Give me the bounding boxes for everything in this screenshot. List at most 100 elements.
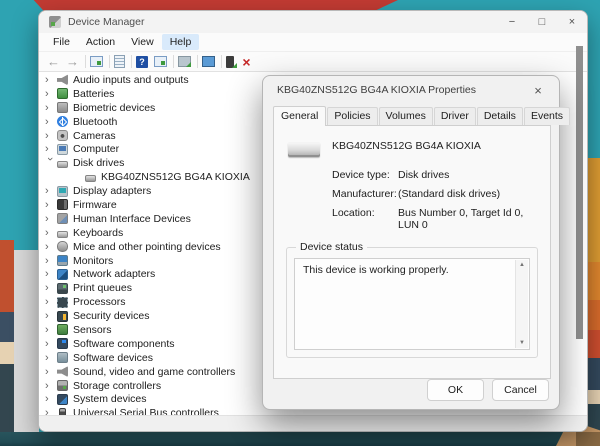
chevron-icon[interactable]: › xyxy=(45,283,57,294)
tree-scrollbar[interactable] xyxy=(576,46,583,339)
chevron-icon[interactable]: › xyxy=(45,227,57,238)
toolbar-separator[interactable] xyxy=(109,55,110,68)
tab-general[interactable]: General xyxy=(273,106,327,126)
device-category-icon xyxy=(57,366,68,378)
chevron-icon[interactable]: › xyxy=(45,269,57,280)
wallpaper-shape xyxy=(0,240,14,312)
menu-help[interactable]: Help xyxy=(161,34,200,50)
toolbar-separator[interactable] xyxy=(221,55,222,68)
menu-view[interactable]: View xyxy=(123,34,162,50)
tab-driver[interactable]: Driver xyxy=(433,107,476,125)
chevron-icon[interactable]: › xyxy=(45,213,57,224)
chevron-icon[interactable]: › xyxy=(45,144,57,155)
tab-policies[interactable]: Policies xyxy=(327,107,378,125)
disk-drive-icon xyxy=(288,142,320,157)
chevron-icon[interactable]: › xyxy=(45,324,57,335)
field-label: Manufacturer: xyxy=(332,188,397,200)
menu-action[interactable]: Action xyxy=(78,34,123,50)
tree-item-label: Print queues xyxy=(73,282,132,295)
tree-item-label: Storage controllers xyxy=(73,379,162,392)
chevron-icon[interactable]: › xyxy=(44,157,56,169)
uninstall-device-icon[interactable]: × xyxy=(240,54,253,70)
toolbar-separator[interactable] xyxy=(173,55,174,68)
ok-button[interactable]: OK xyxy=(427,379,484,401)
toolbar-separator[interactable] xyxy=(85,55,86,68)
window-title: Device Manager xyxy=(68,16,145,28)
device-category-icon xyxy=(57,185,68,197)
chevron-icon[interactable]: › xyxy=(45,186,57,197)
chevron-icon[interactable]: › xyxy=(45,338,57,349)
update-driver-icon[interactable] xyxy=(202,56,215,67)
cancel-button[interactable]: Cancel xyxy=(492,379,549,401)
titlebar[interactable]: Device Manager − □ × xyxy=(39,11,587,33)
toolbar-separator[interactable] xyxy=(197,55,198,68)
chevron-icon[interactable]: › xyxy=(45,408,57,415)
chevron-icon[interactable]: › xyxy=(45,297,57,308)
show-console-tree-icon[interactable] xyxy=(90,56,103,67)
chevron-icon[interactable]: › xyxy=(45,130,57,141)
chevron-icon[interactable]: › xyxy=(45,255,57,266)
tree-item-label: Processors xyxy=(73,296,126,309)
minimize-button[interactable]: − xyxy=(497,11,527,33)
wallpaper-shape xyxy=(0,364,14,434)
maximize-button[interactable]: □ xyxy=(527,11,557,33)
scan-hardware-changes-icon[interactable] xyxy=(178,56,191,67)
chevron-icon[interactable]: › xyxy=(45,74,57,85)
back-icon[interactable]: ← xyxy=(47,54,60,69)
dialog-close-icon[interactable]: × xyxy=(527,83,549,98)
tab-volumes[interactable]: Volumes xyxy=(378,107,433,125)
chevron-icon[interactable]: › xyxy=(45,311,57,322)
tree-item-label: Disk drives xyxy=(73,157,125,170)
wallpaper-shape xyxy=(588,262,600,300)
tree-item-label: Biometric devices xyxy=(73,101,156,114)
toolbar-separator[interactable] xyxy=(131,55,132,68)
field-row: Device type: Disk drives xyxy=(332,169,538,181)
tree-item-label: Bluetooth xyxy=(73,115,118,128)
device-category-icon xyxy=(57,310,68,322)
device-category-icon xyxy=(57,268,68,280)
field-value: Bus Number 0, Target Id 0, LUN 0 xyxy=(398,207,524,231)
status-scrollbar[interactable]: ▲ ▼ xyxy=(515,260,528,348)
tree-item-label: Batteries xyxy=(73,87,115,100)
chevron-icon[interactable]: › xyxy=(45,88,57,99)
wallpaper-shape xyxy=(13,250,39,432)
menu-file[interactable]: File xyxy=(45,34,78,50)
chevron-icon[interactable]: › xyxy=(45,380,57,391)
chevron-icon[interactable]: › xyxy=(45,199,57,210)
tree-item-label: Sensors xyxy=(73,323,112,336)
forward-icon[interactable]: → xyxy=(66,54,79,69)
wallpaper-shape xyxy=(588,358,600,390)
device-category-icon xyxy=(57,393,68,405)
scroll-down-icon[interactable]: ▼ xyxy=(519,340,525,346)
scroll-up-icon[interactable]: ▲ xyxy=(519,262,525,268)
chevron-icon[interactable]: › xyxy=(45,352,57,363)
chevron-icon[interactable]: › xyxy=(45,116,57,127)
device-category-icon xyxy=(57,324,68,336)
tab-events[interactable]: Events xyxy=(523,107,571,125)
wallpaper-shape xyxy=(0,342,14,364)
tree-item-label: Security devices xyxy=(73,310,150,323)
dialog-title: KBG40ZNS512G BG4A KIOXIA Properties xyxy=(277,84,477,96)
properties-icon[interactable] xyxy=(114,55,125,68)
tree-item-label: Display adapters xyxy=(73,185,152,198)
device-category-icon xyxy=(57,160,68,168)
device-category-icon xyxy=(57,130,68,141)
console-window-icon[interactable] xyxy=(154,56,167,67)
dialog-titlebar[interactable]: KBG40ZNS512G BG4A KIOXIA Properties × xyxy=(263,76,559,104)
device-category-icon xyxy=(57,380,68,392)
enable-device-icon[interactable] xyxy=(226,55,237,68)
tree-item-label: Human Interface Devices xyxy=(73,212,191,225)
help-icon[interactable]: ? xyxy=(136,55,148,68)
wallpaper-shape xyxy=(588,330,600,358)
device-category-icon xyxy=(57,230,68,238)
close-button[interactable]: × xyxy=(557,11,587,33)
device-status-textarea[interactable]: This device is working properly. ▲ ▼ xyxy=(294,258,530,350)
tab-details[interactable]: Details xyxy=(476,107,523,125)
menu-bar: File Action View Help xyxy=(39,33,587,52)
device-category-icon xyxy=(57,74,68,86)
chevron-icon[interactable]: › xyxy=(45,366,57,377)
device-category-icon xyxy=(57,143,68,155)
chevron-icon[interactable]: › xyxy=(45,241,57,252)
chevron-icon[interactable]: › xyxy=(45,394,57,405)
chevron-icon[interactable]: › xyxy=(45,102,57,113)
